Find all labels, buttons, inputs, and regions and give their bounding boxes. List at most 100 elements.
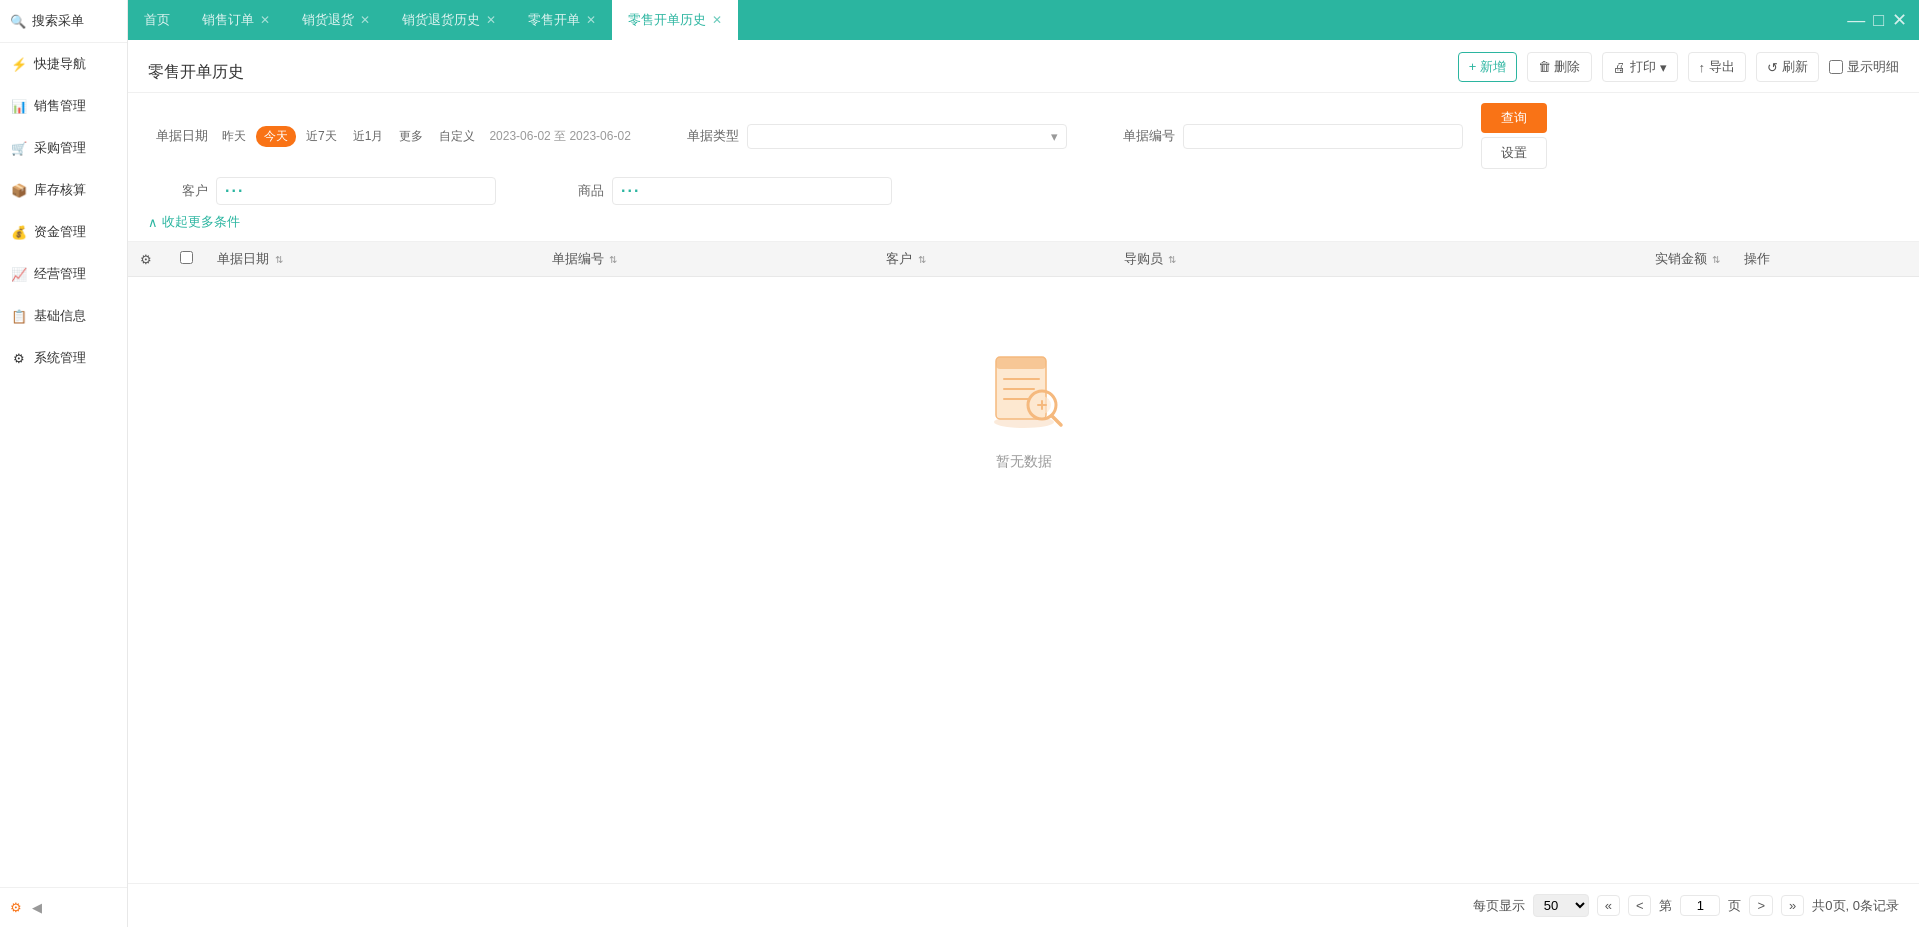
date-yesterday-btn[interactable]: 昨天 xyxy=(216,126,252,147)
order-type-label: 单据类型 xyxy=(679,127,739,145)
sidebar-item-inventory[interactable]: 📦 库存核算 xyxy=(0,169,127,211)
purchase-icon: 🛒 xyxy=(10,141,28,156)
date-custom-btn[interactable]: 自定义 xyxy=(433,126,481,147)
data-table: ⚙ 单据日期 ⇅ 单据编号 ⇅ xyxy=(128,242,1919,531)
col-customer-label: 客户 xyxy=(886,251,912,266)
customer-select[interactable]: ··· xyxy=(216,177,496,205)
sidebar-bottom: ⚙ ◀ xyxy=(0,887,127,927)
sidebar-item-purchase-mgmt[interactable]: 🛒 采购管理 xyxy=(0,127,127,169)
tab-sales-order[interactable]: 销售订单 ✕ xyxy=(186,0,286,40)
settings-gear-button[interactable]: ⚙ xyxy=(10,900,22,915)
date-today-btn[interactable]: 今天 xyxy=(256,126,296,147)
operations-icon: 📈 xyxy=(10,267,28,282)
sidebar-item-sales-mgmt[interactable]: 📊 销售管理 xyxy=(0,85,127,127)
customer-select-dots: ··· xyxy=(225,182,244,200)
order-type-arrow-icon: ▾ xyxy=(1051,129,1058,144)
empty-state-text: 暂无数据 xyxy=(996,453,1052,471)
collapse-filter-btn[interactable]: ∧ 收起更多条件 xyxy=(148,213,1899,231)
sidebar-item-label: 库存核算 xyxy=(34,181,86,199)
basic-info-icon: 📋 xyxy=(10,309,28,324)
first-page-button[interactable]: « xyxy=(1597,895,1620,916)
sidebar-item-system-mgmt[interactable]: ⚙ 系统管理 xyxy=(0,337,127,379)
sidebar: 🔍 搜索采单 ⚡ 快捷导航 📊 销售管理 🛒 采购管理 📦 库存核算 💰 资金管… xyxy=(0,0,128,927)
page-title: 零售开单历史 xyxy=(148,62,244,83)
col-checkbox xyxy=(168,242,205,277)
order-no-label: 单据编号 xyxy=(1115,127,1175,145)
query-button[interactable]: 查询 xyxy=(1481,103,1547,133)
quick-nav-icon: ⚡ xyxy=(10,57,28,72)
col-date-sort-icon[interactable]: ⇅ xyxy=(275,254,283,265)
add-button[interactable]: + 新增 xyxy=(1458,52,1517,82)
date-range-display: 2023-06-02 至 2023-06-02 xyxy=(489,128,630,145)
order-type-select[interactable]: ▾ xyxy=(747,124,1067,149)
empty-state-cell: 暂无数据 xyxy=(128,277,1919,532)
search-menu-label: 搜索采单 xyxy=(32,12,84,30)
col-actual-amount-sort-icon[interactable]: ⇅ xyxy=(1712,254,1720,265)
tab-home[interactable]: 首页 xyxy=(128,0,186,40)
prev-page-button[interactable]: < xyxy=(1628,895,1652,916)
sidebar-item-basic-info[interactable]: 📋 基础信息 xyxy=(0,295,127,337)
sidebar-item-operations[interactable]: 📈 经营管理 xyxy=(0,253,127,295)
window-maximize-button[interactable]: □ xyxy=(1873,10,1884,31)
date-filter-label: 单据日期 xyxy=(148,127,208,145)
next-page-button[interactable]: > xyxy=(1749,895,1773,916)
sidebar-collapse-button[interactable]: ◀ xyxy=(32,900,42,915)
collapse-arrow-icon: ∧ xyxy=(148,215,158,230)
col-actual-amount: 实销金额 ⇅ xyxy=(1398,242,1733,277)
col-date: 单据日期 ⇅ xyxy=(205,242,540,277)
tab-sales-order-label: 销售订单 xyxy=(202,11,254,29)
order-no-input[interactable] xyxy=(1183,124,1463,149)
sidebar-item-quick-nav[interactable]: ⚡ 快捷导航 xyxy=(0,43,127,85)
window-minimize-button[interactable]: — xyxy=(1847,10,1865,31)
tab-sales-return-close[interactable]: ✕ xyxy=(360,13,370,27)
col-customer-sort-icon[interactable]: ⇅ xyxy=(918,254,926,265)
table-body: 暂无数据 xyxy=(128,277,1919,532)
sidebar-item-label: 资金管理 xyxy=(34,223,86,241)
pagination-bar: 每页显示 50 10 20 100 « < 第 页 > » 共0页, 0条记录 xyxy=(128,883,1919,927)
col-action: 操作 xyxy=(1732,242,1919,277)
date-more-btn[interactable]: 更多 xyxy=(393,126,429,147)
sidebar-item-label: 采购管理 xyxy=(34,139,86,157)
tab-sales-return[interactable]: 销货退货 ✕ xyxy=(286,0,386,40)
col-action-label: 操作 xyxy=(1744,251,1770,266)
tab-retail-history-close[interactable]: ✕ xyxy=(712,13,722,27)
setting-button[interactable]: 设置 xyxy=(1481,137,1547,169)
print-button[interactable]: 🖨 打印 ▾ xyxy=(1602,52,1678,82)
delete-button[interactable]: 🗑 删除 xyxy=(1527,52,1592,82)
sales-icon: 📊 xyxy=(10,99,28,114)
date-last-month-btn[interactable]: 近1月 xyxy=(347,126,390,147)
tab-sales-return-history-close[interactable]: ✕ xyxy=(486,13,496,27)
date-last7-btn[interactable]: 近7天 xyxy=(300,126,343,147)
tab-retail-open-close[interactable]: ✕ xyxy=(586,13,596,27)
col-salesperson-sort-icon[interactable]: ⇅ xyxy=(1168,254,1176,265)
toolbar: + 新增 🗑 删除 🖨 打印 ▾ ↑ 导出 ↺ 刷新 显示明细 xyxy=(1458,52,1899,92)
print-icon: 🖨 xyxy=(1613,60,1626,75)
sidebar-item-label: 基础信息 xyxy=(34,307,86,325)
show-detail-checkbox[interactable] xyxy=(1829,60,1843,74)
svg-rect-2 xyxy=(996,357,1046,369)
window-close-button[interactable]: ✕ xyxy=(1892,9,1907,31)
last-page-button[interactable]: » xyxy=(1781,895,1804,916)
goods-select[interactable]: ··· xyxy=(612,177,892,205)
tab-sales-return-history[interactable]: 销货退货历史 ✕ xyxy=(386,0,512,40)
current-page-input[interactable] xyxy=(1680,895,1720,916)
tab-sales-order-close[interactable]: ✕ xyxy=(260,13,270,27)
col-order-no-sort-icon[interactable]: ⇅ xyxy=(609,254,617,265)
col-order-no-label: 单据编号 xyxy=(552,251,604,266)
sidebar-item-finance[interactable]: 💰 资金管理 xyxy=(0,211,127,253)
refresh-button[interactable]: ↺ 刷新 xyxy=(1756,52,1819,82)
col-order-no: 单据编号 ⇅ xyxy=(540,242,875,277)
table-settings-icon[interactable]: ⚙ xyxy=(140,252,152,267)
tab-retail-open[interactable]: 零售开单 ✕ xyxy=(512,0,612,40)
page-size-select[interactable]: 50 10 20 100 xyxy=(1533,894,1589,917)
export-button[interactable]: ↑ 导出 xyxy=(1688,52,1747,82)
tab-home-label: 首页 xyxy=(144,11,170,29)
page-label: 第 xyxy=(1659,897,1672,915)
tab-sales-return-label: 销货退货 xyxy=(302,11,354,29)
search-menu-item[interactable]: 🔍 搜索采单 xyxy=(0,0,127,43)
sidebar-item-label: 销售管理 xyxy=(34,97,86,115)
show-detail-toggle[interactable]: 显示明细 xyxy=(1829,58,1899,76)
col-salesperson: 导购员 ⇅ xyxy=(1112,242,1398,277)
tab-retail-history[interactable]: 零售开单历史 ✕ xyxy=(612,0,738,40)
select-all-checkbox[interactable] xyxy=(180,251,193,264)
